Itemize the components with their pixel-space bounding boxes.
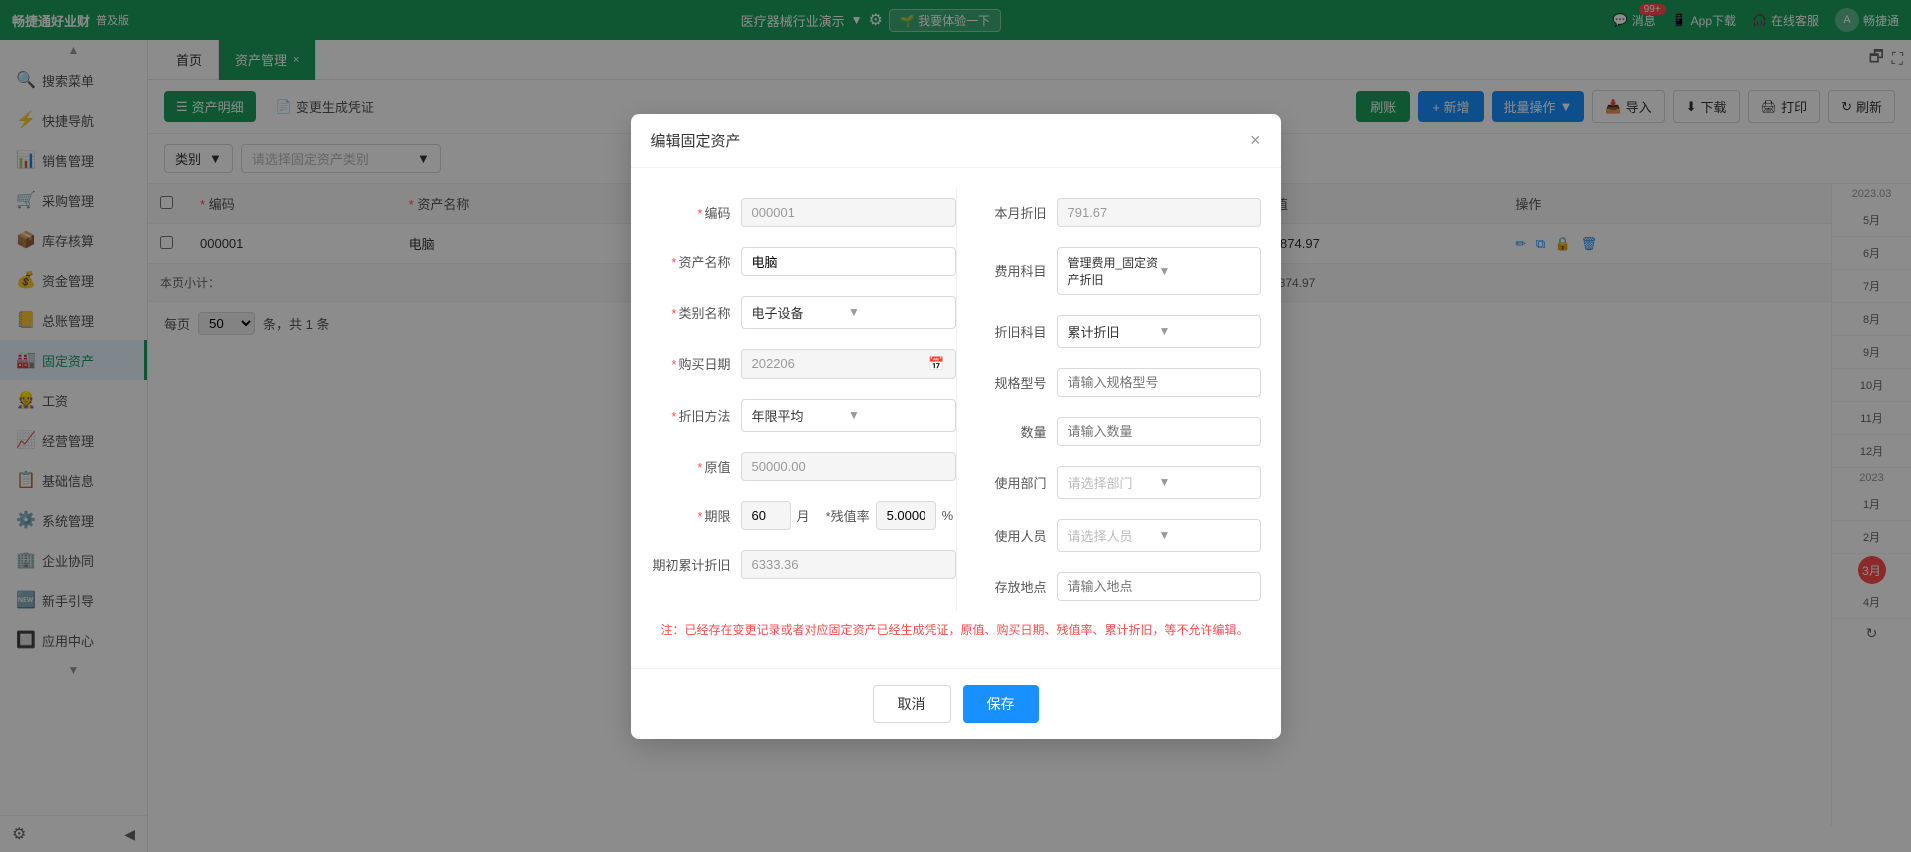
user-arrow-icon: ▼ — [1159, 528, 1250, 542]
monthly-depreciation-input[interactable] — [1057, 198, 1261, 227]
form-left: *编码 *资产名称 *类别名称 电子设备 ▼ — [651, 188, 956, 611]
spec-model-input[interactable] — [1057, 368, 1261, 397]
depreciation-arrow-icon: ▼ — [1159, 324, 1250, 338]
save-button[interactable]: 保存 — [963, 685, 1039, 723]
form-row-original-value: *原值 — [651, 442, 956, 491]
depreciation-method-select[interactable]: 年限平均 ▼ — [741, 399, 956, 432]
modal-body: *编码 *资产名称 *类别名称 电子设备 ▼ — [631, 168, 1281, 668]
expense-arrow-icon: ▼ — [1159, 264, 1250, 278]
location-input[interactable] — [1057, 572, 1261, 601]
method-arrow-icon: ▼ — [848, 408, 945, 422]
form-row-expense-subject: 费用科目 管理费用_固定资产折旧 ▼ — [967, 237, 1261, 305]
period-input[interactable] — [741, 501, 791, 530]
form-right: 本月折旧 费用科目 管理费用_固定资产折旧 ▼ 折旧科目 — [956, 188, 1261, 611]
cancel-button[interactable]: 取消 — [873, 685, 951, 723]
original-value-input[interactable] — [741, 452, 956, 481]
modal-overlay: 编辑固定资产 × *编码 *资产名称 — [0, 0, 1911, 852]
form-row-initial-depreciation: 期初累计折旧 — [651, 540, 956, 589]
form-row-user: 使用人员 请选择人员 ▼ — [967, 509, 1261, 562]
name-input[interactable] — [741, 247, 956, 276]
category-arrow-icon: ▼ — [848, 305, 945, 319]
form-row-depreciation-method: *折旧方法 年限平均 ▼ — [651, 389, 956, 442]
form-row-location: 存放地点 — [967, 562, 1261, 611]
form-row-depreciation-subject: 折旧科目 累计折旧 ▼ — [967, 305, 1261, 358]
expense-subject-select[interactable]: 管理费用_固定资产折旧 ▼ — [1057, 247, 1261, 295]
user-select[interactable]: 请选择人员 ▼ — [1057, 519, 1261, 552]
form-row-period: *期限 月 *残值率 % — [651, 491, 956, 540]
modal-notice: 注：已经存在变更记录或者对应固定资产已经生成凭证，原值、购买日期、残值率、累计折… — [651, 611, 1261, 648]
form-row-purchase-date: *购买日期 202206 📅 — [651, 339, 956, 389]
form-row-category: *类别名称 电子设备 ▼ — [651, 286, 956, 339]
form-row-name: *资产名称 — [651, 237, 956, 286]
form-row-quantity: 数量 — [967, 407, 1261, 456]
depreciation-subject-select[interactable]: 累计折旧 ▼ — [1057, 315, 1261, 348]
form-row-department: 使用部门 请选择部门 ▼ — [967, 456, 1261, 509]
initial-depreciation-input[interactable] — [741, 550, 956, 579]
dept-arrow-icon: ▼ — [1159, 475, 1250, 489]
purchase-date-input[interactable]: 202206 📅 — [741, 349, 956, 379]
modal-footer: 取消 保存 — [631, 668, 1281, 739]
residual-rate-input[interactable] — [876, 501, 936, 530]
calendar-icon: 📅 — [928, 356, 944, 372]
quantity-input[interactable] — [1057, 417, 1261, 446]
code-input[interactable] — [741, 198, 956, 227]
form-row-code: *编码 — [651, 188, 956, 237]
modal-title: 编辑固定资产 — [651, 130, 741, 151]
modal-header: 编辑固定资产 × — [631, 114, 1281, 168]
edit-asset-modal: 编辑固定资产 × *编码 *资产名称 — [631, 114, 1281, 739]
period-row: 月 *残值率 % — [741, 501, 956, 530]
category-select[interactable]: 电子设备 ▼ — [741, 296, 956, 329]
form-row-monthly-depreciation: 本月折旧 — [967, 188, 1261, 237]
department-select[interactable]: 请选择部门 ▼ — [1057, 466, 1261, 499]
form-row-spec-model: 规格型号 — [967, 358, 1261, 407]
modal-close-button[interactable]: × — [1250, 130, 1261, 151]
